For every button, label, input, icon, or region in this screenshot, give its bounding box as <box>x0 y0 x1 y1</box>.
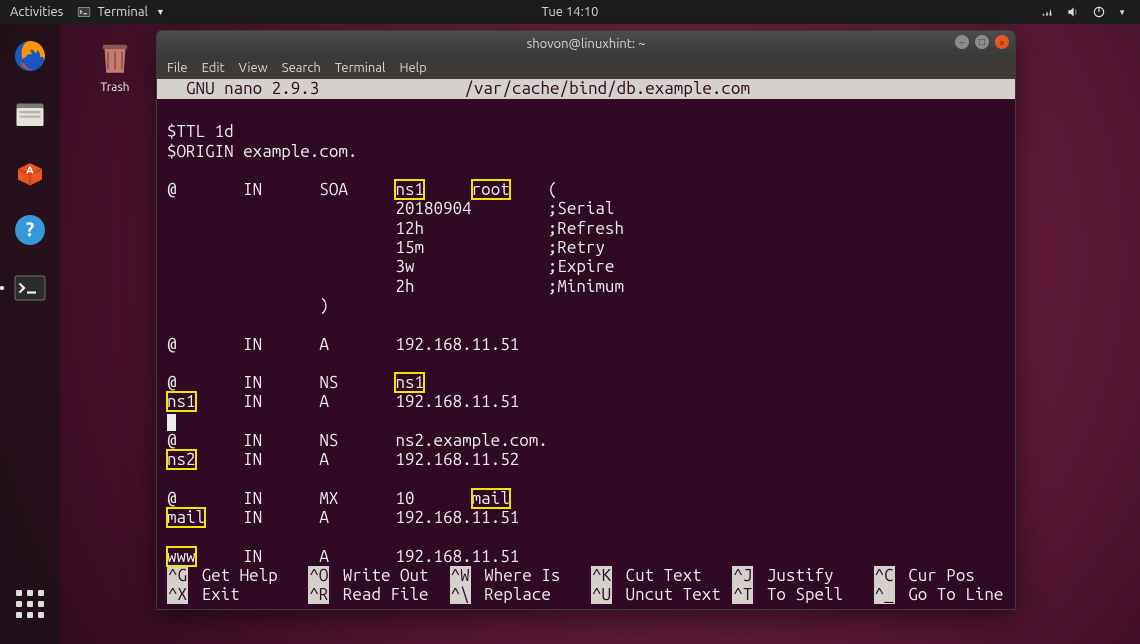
nano-shortcut: ^K Cut Text <box>591 566 732 585</box>
shortcut-label: Get Help <box>192 566 278 585</box>
nano-shortcut: ^T To Spell <box>732 585 873 604</box>
power-icon <box>1092 5 1106 19</box>
nano-version: GNU nano 2.9.3 <box>167 79 319 99</box>
shortcut-label: Where Is <box>475 566 561 585</box>
shortcut-key: ^C <box>874 566 895 585</box>
shortcut-label: Exit <box>192 585 240 604</box>
help-icon: ? <box>12 212 48 248</box>
highlighted-text: root <box>472 180 510 199</box>
shortcut-label: Write Out <box>333 566 428 585</box>
network-icon <box>1040 5 1054 19</box>
desktop-trash-label: Trash <box>80 81 150 94</box>
text-cursor <box>167 414 176 431</box>
highlighted-text: ns1 <box>395 373 424 392</box>
nano-shortcut: ^J Justify <box>732 566 873 585</box>
highlighted-text: ns1 <box>167 392 196 411</box>
shortcut-label: Go To Line <box>899 585 1004 604</box>
nano-content[interactable]: $TTL 1d $ORIGIN example.com. @ IN SOA ns… <box>157 99 1015 566</box>
dock-software[interactable]: A <box>8 150 52 194</box>
dock-help[interactable]: ? <box>8 208 52 252</box>
nano-shortcut: ^G Get Help <box>167 566 308 585</box>
trash-icon <box>94 36 136 78</box>
nano-filepath: /var/cache/bind/db.example.com <box>464 79 870 99</box>
dock: A ? <box>0 24 60 644</box>
highlighted-text: mail <box>472 489 510 508</box>
svg-text:?: ? <box>26 218 35 240</box>
window-maximize-button[interactable]: □ <box>975 35 989 49</box>
software-icon: A <box>12 154 48 190</box>
volume-icon <box>1066 5 1080 19</box>
app-indicator-label: Terminal <box>97 5 148 19</box>
terminal-icon <box>12 270 48 306</box>
shortcut-label: Cur Pos <box>899 566 975 585</box>
menu-file[interactable]: File <box>167 61 188 75</box>
shortcut-label: Justify <box>757 566 833 585</box>
shortcut-key: ^U <box>591 585 612 604</box>
dock-firefox[interactable] <box>8 34 52 78</box>
nano-shortcut: ^R Read File <box>308 585 449 604</box>
highlighted-text: ns2 <box>167 450 196 469</box>
terminal-icon <box>77 5 91 19</box>
chevron-down-icon: ▼ <box>156 7 165 17</box>
shortcut-key: ^W <box>450 566 471 585</box>
menu-view[interactable]: View <box>239 61 268 75</box>
nano-shortcut: ^_ Go To Line <box>874 585 1015 604</box>
activities-button[interactable]: Activities <box>10 5 63 19</box>
shortcut-key: ^T <box>732 585 753 604</box>
shortcut-label: Replace <box>475 585 551 604</box>
nano-shortcuts: ^G Get Help^O Write Out^W Where Is^K Cut… <box>157 566 1015 604</box>
window-minimize-button[interactable]: – <box>955 35 969 49</box>
shortcut-key: ^R <box>308 585 329 604</box>
nano-shortcut: ^O Write Out <box>308 566 449 585</box>
chevron-down-icon: ▼ <box>1118 8 1126 17</box>
shortcut-label: Uncut Text <box>616 585 721 604</box>
menu-search[interactable]: Search <box>282 61 321 75</box>
highlighted-text: www <box>167 547 196 566</box>
shortcut-key: ^X <box>167 585 188 604</box>
menu-help[interactable]: Help <box>399 61 426 75</box>
shortcut-key: ^J <box>732 566 753 585</box>
shortcut-key: ^G <box>167 566 188 585</box>
svg-text:A: A <box>26 164 34 176</box>
shortcut-label: Cut Text <box>616 566 702 585</box>
highlighted-text: mail <box>167 508 205 527</box>
shortcut-label: Read File <box>333 585 428 604</box>
clock[interactable]: Tue 14:10 <box>542 5 599 19</box>
dock-files[interactable] <box>8 92 52 136</box>
show-applications-button[interactable] <box>8 582 52 626</box>
files-icon <box>12 96 48 132</box>
shortcut-key: ^O <box>308 566 329 585</box>
nano-shortcut: ^C Cur Pos <box>874 566 1015 585</box>
window-close-button[interactable]: × <box>995 35 1009 49</box>
shortcut-key: ^K <box>591 566 612 585</box>
window-menubar: File Edit View Search Terminal Help <box>157 57 1015 79</box>
window-titlebar[interactable]: shovon@linuxhint: ~ – □ × <box>157 31 1015 57</box>
window-title: shovon@linuxhint: ~ <box>527 37 646 51</box>
shortcut-label: To Spell <box>757 585 843 604</box>
terminal-window: shovon@linuxhint: ~ – □ × File Edit View Se… <box>156 30 1016 610</box>
app-indicator[interactable]: Terminal ▼ <box>77 5 165 19</box>
nano-header: GNU nano 2.9.3 /var/cache/bind/db.exampl… <box>157 79 1015 99</box>
menu-terminal[interactable]: Terminal <box>335 61 386 75</box>
nano-shortcut: ^U Uncut Text <box>591 585 732 604</box>
nano-shortcut: ^W Where Is <box>450 566 591 585</box>
top-panel: Activities Terminal ▼ Tue 14:10 ▼ <box>0 0 1140 24</box>
shortcut-key: ^_ <box>874 585 895 604</box>
status-area[interactable]: ▼ <box>1040 5 1140 19</box>
menu-edit[interactable]: Edit <box>202 61 225 75</box>
nano-shortcut: ^X Exit <box>167 585 308 604</box>
shortcut-key: ^\ <box>450 585 471 604</box>
desktop-trash[interactable]: Trash <box>80 36 150 94</box>
dock-terminal[interactable] <box>8 266 52 310</box>
firefox-icon <box>12 38 48 74</box>
terminal-body[interactable]: GNU nano 2.9.3 /var/cache/bind/db.exampl… <box>157 79 1015 609</box>
highlighted-text: ns1 <box>395 180 424 199</box>
nano-shortcut: ^\ Replace <box>450 585 591 604</box>
